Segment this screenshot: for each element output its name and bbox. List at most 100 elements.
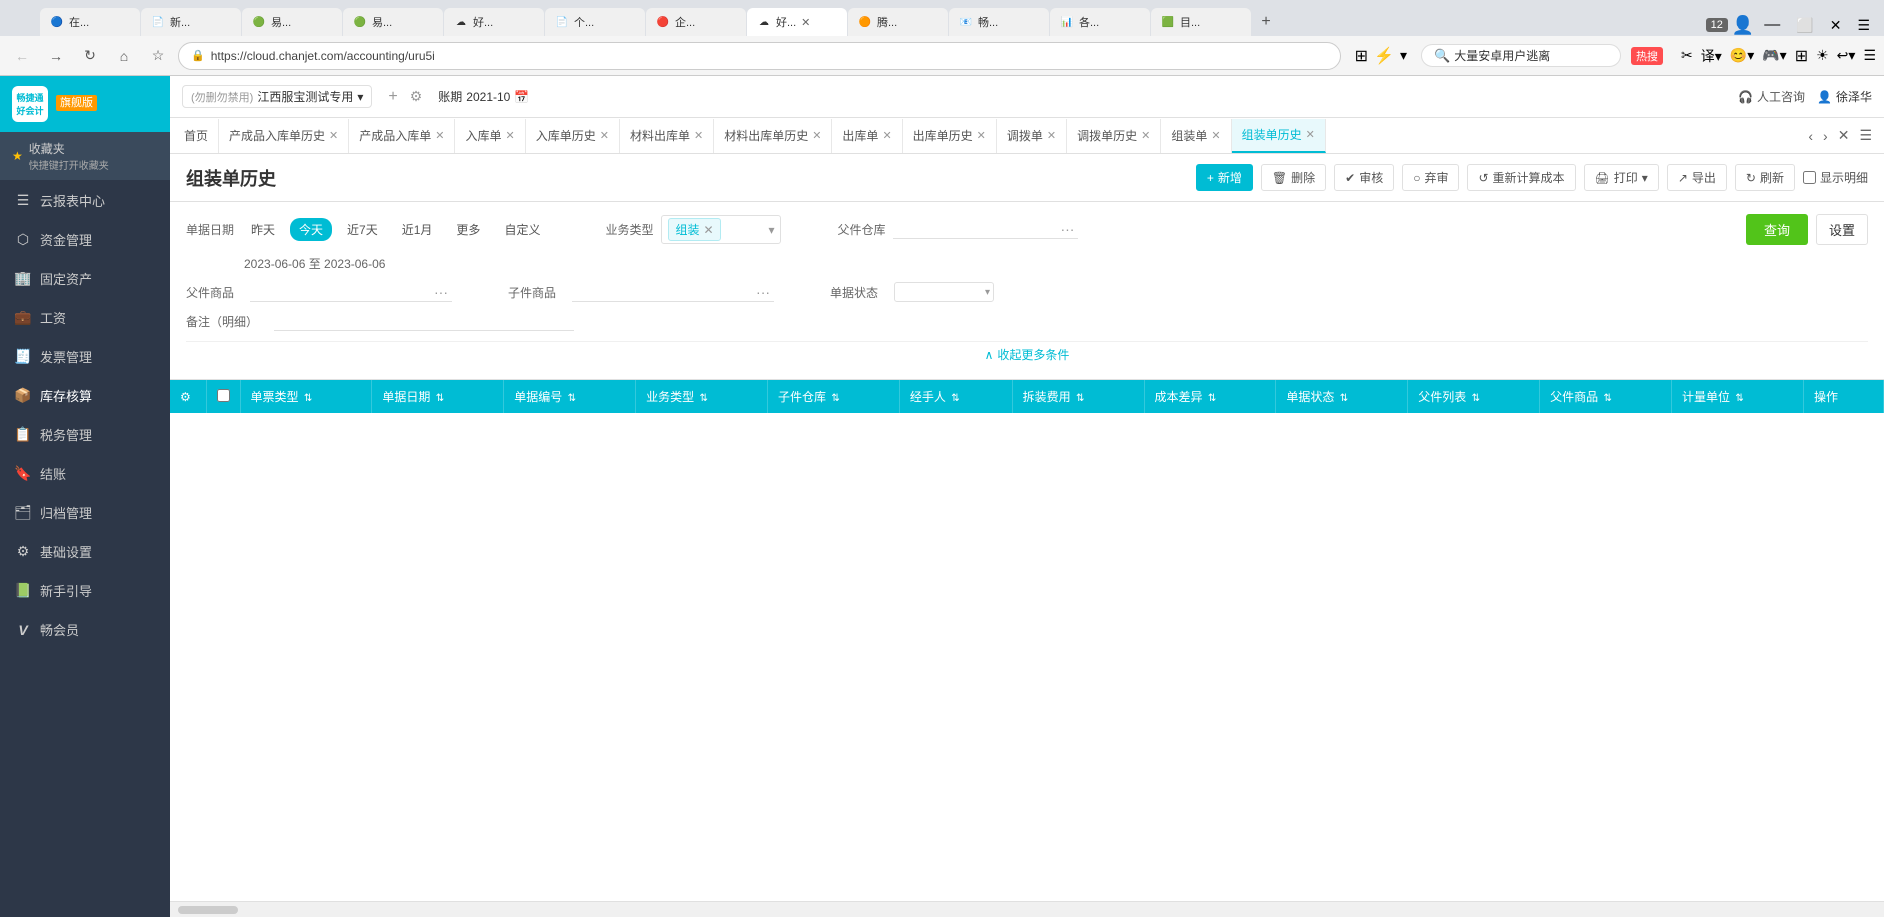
period-selector[interactable]: 账期 2021-10 📅 xyxy=(438,88,529,105)
biz-type-remove-icon[interactable]: ✕ xyxy=(703,223,713,237)
in-order-close-icon[interactable]: ✕ xyxy=(506,129,515,142)
company-settings-btn[interactable]: ⚙ xyxy=(410,88,423,105)
col-child-warehouse[interactable]: 子件仓库 ⇅ xyxy=(768,380,900,413)
col-cost-diff[interactable]: 成本差异 ⇅ xyxy=(1144,380,1276,413)
table-settings-col[interactable]: ⚙ xyxy=(170,380,206,413)
child-goods-input[interactable] xyxy=(572,283,752,301)
page-tab-prod-in-history[interactable]: 产成品入库单历史 ✕ xyxy=(219,119,349,153)
query-button[interactable]: 查询 xyxy=(1746,214,1808,245)
select-all-checkbox[interactable] xyxy=(217,389,230,402)
sidebar-item-tax[interactable]: 📋 税务管理 xyxy=(0,415,170,454)
browser-tab-5[interactable]: ☁ 好... xyxy=(444,8,544,36)
new-button[interactable]: + 新增 xyxy=(1196,164,1253,191)
company-selector[interactable]: (勿删勿禁用) 江西服宝测试专用 ▾ xyxy=(182,85,372,108)
bookmark-star-button[interactable]: ☆ xyxy=(144,42,172,70)
assembly-history-close-icon[interactable]: ✕ xyxy=(1306,128,1315,141)
tabs-close-button[interactable]: ✕ xyxy=(1834,125,1854,146)
grid-icon[interactable]: ⊞ xyxy=(1355,46,1368,66)
print-button[interactable]: 🖨 打印 ▾ xyxy=(1584,164,1659,191)
sidebar-item-invoice[interactable]: 🧾 发票管理 xyxy=(0,337,170,376)
sidebar-item-checkout[interactable]: 🔖 结账 xyxy=(0,454,170,493)
bill-status-select[interactable]: 全部 未审核 已审核 xyxy=(894,282,994,302)
page-tab-prod-in[interactable]: 产成品入库单 ✕ xyxy=(349,119,455,153)
refresh-page-button[interactable]: ↻ 刷新 xyxy=(1735,164,1795,191)
child-goods-ellipsis-icon[interactable]: ··· xyxy=(752,284,774,300)
game-icon[interactable]: 🎮▾ xyxy=(1762,47,1786,64)
browser-profile-icon[interactable]: 👤 xyxy=(1732,15,1754,36)
page-tab-out-history[interactable]: 出库单历史 ✕ xyxy=(903,119,997,153)
show-detail-checkbox[interactable] xyxy=(1803,171,1816,184)
review-button[interactable]: ✔ 审核 xyxy=(1334,164,1394,191)
out-history-close-icon[interactable]: ✕ xyxy=(977,129,986,142)
browser-tab-9[interactable]: 🟠 腾... xyxy=(848,8,948,36)
transfer-close-icon[interactable]: ✕ xyxy=(1047,129,1056,142)
undo-icon[interactable]: ↩▾ xyxy=(1837,47,1856,64)
parent-goods-ellipsis-icon[interactable]: ··· xyxy=(430,284,452,300)
close-window-icon[interactable]: ✕ xyxy=(1824,15,1848,36)
sidebar-item-fixed-asset[interactable]: 🏢 固定资产 xyxy=(0,259,170,298)
page-tab-transfer-history[interactable]: 调拨单历史 ✕ xyxy=(1067,119,1161,153)
browser-tab-8[interactable]: ☁ 好... ✕ xyxy=(747,8,847,36)
page-tab-mat-out-history[interactable]: 材料出库单历史 ✕ xyxy=(714,119,832,153)
add-company-btn[interactable]: + xyxy=(388,88,397,106)
sidebar-item-settings[interactable]: ⚙ 基础设置 xyxy=(0,532,170,571)
sidebar-item-payroll[interactable]: 💼 工资 xyxy=(0,298,170,337)
back-button[interactable]: ← xyxy=(8,42,36,70)
more-options-icon[interactable]: ☰ xyxy=(1851,15,1876,36)
mat-out-history-close-icon[interactable]: ✕ xyxy=(812,129,821,142)
scissors-icon[interactable]: ✂ xyxy=(1681,47,1693,64)
support-button[interactable]: 🎧 人工咨询 xyxy=(1738,88,1805,105)
forward-button[interactable]: → xyxy=(42,42,70,70)
browser-tab-1[interactable]: 🔵 在... xyxy=(40,8,140,36)
browser-tab-10[interactable]: 📧 畅... xyxy=(949,8,1049,36)
minimize-icon[interactable]: — xyxy=(1758,14,1786,36)
prod-in-history-close-icon[interactable]: ✕ xyxy=(329,129,338,142)
collapse-button[interactable]: ∧ 收起更多条件 xyxy=(186,341,1868,367)
address-bar[interactable]: 🔒 https://cloud.chanjet.com/accounting/u… xyxy=(178,42,1341,70)
yesterday-btn[interactable]: 昨天 xyxy=(242,218,284,241)
table-checkbox-col[interactable] xyxy=(206,380,240,413)
chevron-down-icon[interactable]: ▾ xyxy=(1400,47,1407,64)
page-tab-assembly[interactable]: 组装单 ✕ xyxy=(1161,119,1231,153)
sidebar-item-member[interactable]: V 畅会员 xyxy=(0,610,170,649)
sidebar-item-archive[interactable]: 🗂 归档管理 xyxy=(0,493,170,532)
custom-date-btn[interactable]: 自定义 xyxy=(495,218,549,241)
tabs-menu-button[interactable]: ☰ xyxy=(1855,125,1876,146)
col-bill-no[interactable]: 单据编号 ⇅ xyxy=(504,380,636,413)
parent-warehouse-input[interactable] xyxy=(893,220,1056,238)
in-history-close-icon[interactable]: ✕ xyxy=(600,129,609,142)
browser-tab-2[interactable]: 📄 新... xyxy=(141,8,241,36)
browser-tab-7[interactable]: 🔴 企... xyxy=(646,8,746,36)
browser-tab-3[interactable]: 🟢 易... xyxy=(242,8,342,36)
col-disassemble-fee[interactable]: 拆装费用 ⇅ xyxy=(1012,380,1144,413)
new-tab-button[interactable]: + xyxy=(1252,8,1280,36)
parent-goods-input[interactable] xyxy=(250,283,430,301)
tabs-next-button[interactable]: › xyxy=(1819,126,1832,146)
browser-tab-12[interactable]: 🟩 目... xyxy=(1151,8,1251,36)
sidebar-item-guide[interactable]: 📗 新手引导 xyxy=(0,571,170,610)
col-biz-type[interactable]: 业务类型 ⇅ xyxy=(636,380,768,413)
col-bill-date[interactable]: 单据日期 ⇅ xyxy=(372,380,504,413)
page-tab-home[interactable]: 首页 xyxy=(174,119,219,153)
page-tab-out[interactable]: 出库单 ✕ xyxy=(832,119,902,153)
user-info[interactable]: 👤 徐泽华 xyxy=(1817,88,1872,105)
page-tab-in-order[interactable]: 入库单 ✕ xyxy=(455,119,525,153)
assembly-close-icon[interactable]: ✕ xyxy=(1211,129,1220,142)
col-handler[interactable]: 经手人 ⇅ xyxy=(899,380,1012,413)
mat-out-close-icon[interactable]: ✕ xyxy=(694,129,703,142)
page-tab-assembly-history[interactable]: 组装单历史 ✕ xyxy=(1232,119,1326,153)
remark-input[interactable] xyxy=(274,312,574,331)
more-date-btn[interactable]: 更多 xyxy=(447,218,489,241)
col-unit[interactable]: 计量单位 ⇅ xyxy=(1672,380,1804,413)
page-tab-mat-out[interactable]: 材料出库单 ✕ xyxy=(620,119,714,153)
today-btn[interactable]: 今天 xyxy=(290,218,332,241)
refresh-browser-button[interactable]: ↻ xyxy=(76,42,104,70)
translate-icon[interactable]: 译▾ xyxy=(1701,46,1722,66)
page-tab-transfer[interactable]: 调拨单 ✕ xyxy=(997,119,1067,153)
bottom-scrollbar[interactable] xyxy=(170,901,1884,917)
emoji-icon[interactable]: 😊▾ xyxy=(1730,47,1754,64)
col-bill-status[interactable]: 单据状态 ⇅ xyxy=(1276,380,1408,413)
sidebar-bookmark[interactable]: ★ 收藏夹 快捷键打开收藏夹 xyxy=(0,132,170,181)
col-bill-type[interactable]: 单票类型 ⇅ xyxy=(240,380,372,413)
transfer-history-close-icon[interactable]: ✕ xyxy=(1141,129,1150,142)
